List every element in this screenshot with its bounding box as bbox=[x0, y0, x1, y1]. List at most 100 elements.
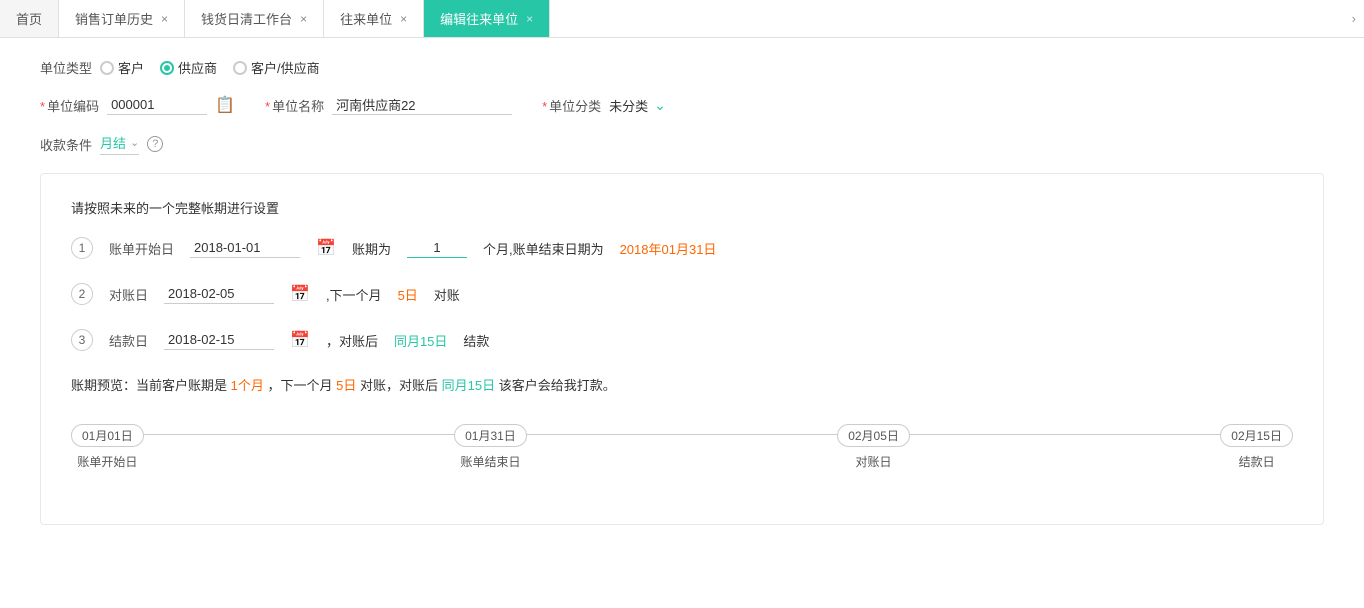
radio-supplier-circle bbox=[160, 61, 174, 75]
tab-overflow-button[interactable]: › bbox=[1344, 0, 1364, 37]
main-content: 单位类型 客户 供应商 客户/供应商 *单位编码 bbox=[0, 38, 1364, 608]
tab-partner-units[interactable]: 往来单位 × bbox=[324, 0, 424, 37]
timeline-nodes: 01月01日 账单开始日 01月31日 账单结束日 02月05日 对账日 02月… bbox=[71, 424, 1293, 470]
unit-type-radio-group: 客户 供应商 客户/供应商 bbox=[100, 58, 320, 77]
unit-code-label: *单位编码 bbox=[40, 96, 99, 115]
step-3-cal-icon[interactable]: 📅 bbox=[290, 330, 310, 350]
step-2-cal-icon[interactable]: 📅 bbox=[290, 284, 310, 304]
step-2-suffix-pre: ,下一个月 bbox=[326, 285, 382, 304]
unit-type-group: 单位类型 客户 供应商 客户/供应商 bbox=[40, 58, 320, 77]
step-3-suffix-post: 结款 bbox=[463, 331, 489, 350]
tab-edit-partner-close[interactable]: × bbox=[526, 12, 533, 26]
timeline-node-2: 01月31日 账单结束日 bbox=[454, 424, 527, 470]
unit-name-required: * bbox=[265, 99, 270, 114]
unit-info-row: *单位编码 📋 *单位名称 *单位分类 未分类 ⌄ bbox=[40, 95, 1324, 115]
tab-home-label: 首页 bbox=[16, 9, 42, 28]
payment-condition-row: 收款条件 月结 ⌄ ? bbox=[40, 133, 1324, 155]
timeline-node-3-pill: 02月05日 bbox=[837, 424, 910, 447]
step-1-cal-icon[interactable]: 📅 bbox=[316, 238, 336, 258]
unit-type-row: 单位类型 客户 供应商 客户/供应商 bbox=[40, 58, 1324, 77]
preview-part3: 同月15日 bbox=[442, 378, 495, 393]
radio-supplier-label: 供应商 bbox=[178, 58, 217, 77]
timeline-node-4: 02月15日 结款日 bbox=[1220, 424, 1293, 470]
unit-category-select[interactable]: 未分类 ⌄ bbox=[609, 96, 666, 115]
payment-condition-group: 收款条件 月结 ⌄ ? bbox=[40, 133, 163, 155]
unit-type-label: 单位类型 bbox=[40, 58, 92, 77]
step-1-end-date: 2018年01月31日 bbox=[620, 239, 717, 258]
step-2-highlight: 5日 bbox=[398, 285, 418, 304]
panel-title: 请按照未来的一个完整帐期进行设置 bbox=[71, 198, 1293, 217]
step-2-suffix-post: 对账 bbox=[434, 285, 460, 304]
step-1-label: 账单开始日 bbox=[109, 239, 174, 258]
radio-both[interactable]: 客户/供应商 bbox=[233, 58, 320, 77]
unit-name-input[interactable] bbox=[332, 95, 512, 115]
payment-help-icon[interactable]: ? bbox=[147, 136, 163, 152]
timeline-node-3-label: 对账日 bbox=[856, 453, 892, 470]
step-2-label: 对账日 bbox=[109, 285, 148, 304]
step-1-period-suffix: 个月,账单结束日期为 bbox=[483, 239, 604, 258]
step-1-date-input[interactable] bbox=[190, 238, 300, 258]
tab-partner-units-label: 往来单位 bbox=[340, 9, 392, 28]
step-3-suffix-pre: ，对账后 bbox=[326, 331, 378, 350]
tab-cash-work-label: 钱货日清工作台 bbox=[201, 9, 292, 28]
unit-cat-required: * bbox=[542, 99, 547, 114]
step-3-row: 3 结款日 📅 ，对账后 同月15日 结款 bbox=[71, 329, 1293, 351]
preview-mid1: ，下一个月 bbox=[268, 378, 333, 393]
radio-both-circle bbox=[233, 61, 247, 75]
step-1-period-input[interactable] bbox=[407, 238, 467, 258]
unit-category-value: 未分类 bbox=[609, 96, 648, 115]
unit-category-group: *单位分类 未分类 ⌄ bbox=[542, 96, 666, 115]
timeline-node-1: 01月01日 账单开始日 bbox=[71, 424, 144, 470]
step-1-period-label: 账期为 bbox=[352, 239, 391, 258]
timeline-node-1-pill: 01月01日 bbox=[71, 424, 144, 447]
radio-supplier[interactable]: 供应商 bbox=[160, 58, 217, 77]
payment-condition-select[interactable]: 月结 ⌄ bbox=[100, 133, 139, 155]
step-3-num: 3 bbox=[71, 329, 93, 351]
tab-cash-work-close[interactable]: × bbox=[300, 12, 307, 26]
step-3-label: 结款日 bbox=[109, 331, 148, 350]
radio-customer-label: 客户 bbox=[118, 58, 144, 77]
step-1-row: 1 账单开始日 📅 账期为 个月,账单结束日期为 2018年01月31日 bbox=[71, 237, 1293, 259]
payment-condition-arrow-icon: ⌄ bbox=[130, 136, 139, 149]
settings-panel: 请按照未来的一个完整帐期进行设置 1 账单开始日 📅 账期为 个月,账单结束日期… bbox=[40, 173, 1324, 525]
preview-suffix: 该客户会给我打款。 bbox=[499, 378, 616, 393]
timeline-node-3: 02月05日 对账日 bbox=[837, 424, 910, 470]
step-3-highlight: 同月15日 bbox=[394, 331, 447, 350]
preview-mid2: 对账，对账后 bbox=[360, 378, 438, 393]
timeline-node-2-label: 账单结束日 bbox=[460, 453, 520, 470]
step-1-num: 1 bbox=[71, 237, 93, 259]
unit-code-required: * bbox=[40, 99, 45, 114]
timeline-node-4-pill: 02月15日 bbox=[1220, 424, 1293, 447]
unit-code-copy-icon[interactable]: 📋 bbox=[215, 95, 235, 115]
preview-prefix: 账期预览：当前客户账期是 bbox=[71, 378, 227, 393]
step-2-num: 2 bbox=[71, 283, 93, 305]
tab-cash-work[interactable]: 钱货日清工作台 × bbox=[185, 0, 324, 37]
step-2-date-input[interactable] bbox=[164, 284, 274, 304]
preview-part2: 5日 bbox=[336, 378, 356, 393]
tab-partner-units-close[interactable]: × bbox=[400, 12, 407, 26]
radio-customer-circle bbox=[100, 61, 114, 75]
payment-condition-value: 月结 bbox=[100, 133, 126, 152]
step-2-row: 2 对账日 📅 ,下一个月 5日 对账 bbox=[71, 283, 1293, 305]
unit-code-group: *单位编码 📋 bbox=[40, 95, 235, 115]
payment-condition-label: 收款条件 bbox=[40, 135, 92, 154]
tab-sales-order-history-close[interactable]: × bbox=[161, 12, 168, 26]
timeline-node-4-label: 结款日 bbox=[1239, 453, 1275, 470]
unit-name-label: *单位名称 bbox=[265, 96, 324, 115]
tab-bar: 首页 销售订单历史 × 钱货日清工作台 × 往来单位 × 编辑往来单位 × › bbox=[0, 0, 1364, 38]
unit-category-arrow-icon: ⌄ bbox=[654, 97, 666, 114]
radio-customer[interactable]: 客户 bbox=[100, 58, 144, 77]
tab-home[interactable]: 首页 bbox=[0, 0, 59, 37]
timeline-node-1-label: 账单开始日 bbox=[77, 453, 137, 470]
unit-name-group: *单位名称 bbox=[265, 95, 512, 115]
tab-edit-partner[interactable]: 编辑往来单位 × bbox=[424, 0, 550, 37]
unit-category-label: *单位分类 bbox=[542, 96, 601, 115]
timeline-node-2-pill: 01月31日 bbox=[454, 424, 527, 447]
step-3-date-input[interactable] bbox=[164, 330, 274, 350]
radio-both-label: 客户/供应商 bbox=[251, 58, 320, 77]
unit-code-input[interactable] bbox=[107, 95, 207, 115]
tab-edit-partner-label: 编辑往来单位 bbox=[440, 9, 518, 28]
preview-part1: 1个月 bbox=[231, 378, 264, 393]
tab-sales-order-history[interactable]: 销售订单历史 × bbox=[59, 0, 185, 37]
tab-sales-order-history-label: 销售订单历史 bbox=[75, 9, 153, 28]
